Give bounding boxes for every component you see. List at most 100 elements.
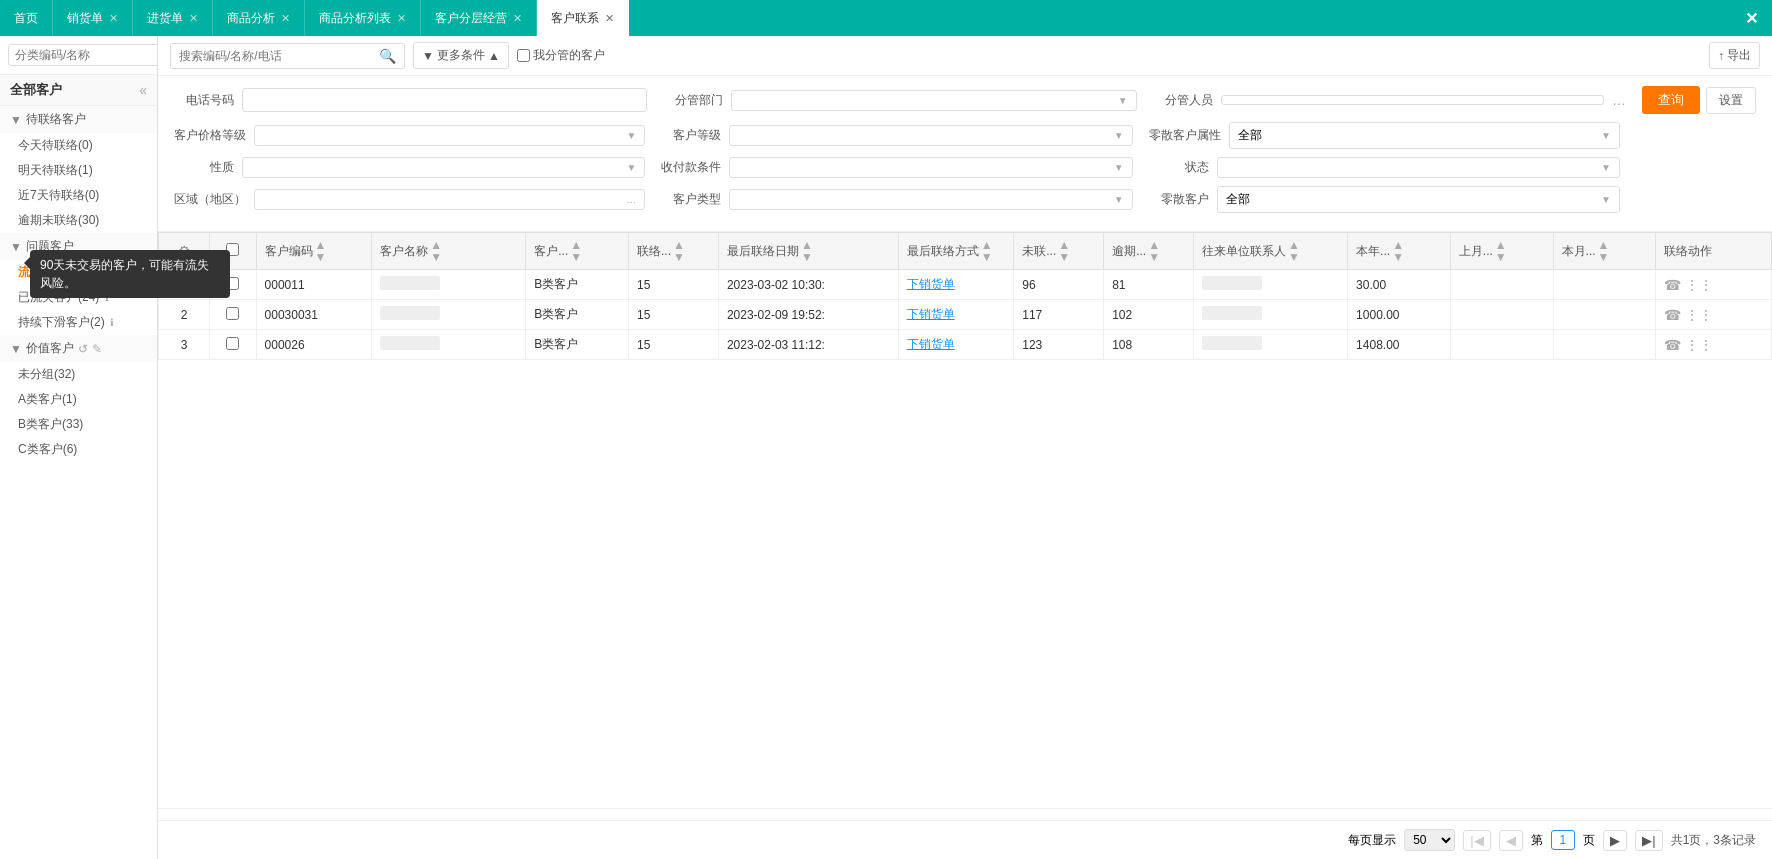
col-header-overdue[interactable]: 逾期... ▲▼: [1104, 233, 1194, 270]
row-month: [1553, 270, 1656, 300]
row-method[interactable]: 下销货单: [898, 300, 1014, 330]
zero-customer-select[interactable]: 全部 ▼: [1217, 186, 1620, 213]
row-action[interactable]: ☎ ⋮⋮: [1656, 330, 1772, 360]
refresh-icon[interactable]: ↺: [78, 342, 88, 356]
sidebar-collapse-icon[interactable]: «: [139, 82, 147, 98]
dept-select[interactable]: ▼: [731, 90, 1136, 111]
filter-nature: 性质 ▼: [174, 157, 645, 178]
row-method[interactable]: 下销货单: [898, 270, 1014, 300]
action-more-icon[interactable]: ⋮⋮: [1685, 307, 1713, 323]
tab-home[interactable]: 首页: [0, 0, 53, 36]
query-button[interactable]: 查询: [1642, 86, 1700, 114]
edit-icon[interactable]: ✎: [92, 342, 102, 356]
tab-sales[interactable]: 销货单 ✕: [53, 0, 133, 36]
my-customers-checkbox[interactable]: [517, 49, 530, 62]
filter-dept: 分管部门 ▼: [663, 86, 1136, 114]
payment-select[interactable]: ▼: [729, 157, 1132, 178]
col-header-contacts[interactable]: 往来单位联系人 ▲▼: [1194, 233, 1348, 270]
sidebar-item-class-c[interactable]: C类客户(6): [0, 437, 157, 462]
customer-type-select[interactable]: ▼: [729, 189, 1132, 210]
sidebar-group-value-title[interactable]: ▼ 价值客户 ↺ ✎: [0, 335, 157, 362]
sidebar-item-class-a[interactable]: A类客户(1): [0, 387, 157, 412]
nature-select[interactable]: ▼: [242, 157, 645, 178]
sidebar-search-input[interactable]: [8, 44, 158, 66]
search-button[interactable]: 🔍: [371, 44, 404, 68]
col-header-date[interactable]: 最后联络日期 ▲▼: [718, 233, 898, 270]
sort-arrows-contact: ▲▼: [673, 239, 685, 263]
filter-person: 分管人员 …: [1153, 86, 1626, 114]
prev-page-button[interactable]: ◀: [1499, 830, 1523, 851]
sidebar-item-declining[interactable]: 持续下滑客户(2) ℹ: [0, 310, 157, 335]
action-more-icon[interactable]: ⋮⋮: [1685, 337, 1713, 353]
sidebar-item-churned[interactable]: 已流失客户(24) ℹ: [0, 285, 157, 310]
row-action[interactable]: ☎ ⋮⋮: [1656, 300, 1772, 330]
close-tab-purchase[interactable]: ✕: [189, 12, 198, 25]
customer-level-select[interactable]: ▼: [729, 125, 1132, 146]
sidebar-item-7days[interactable]: 近7天待联络(0): [0, 183, 157, 208]
close-tab-analysis[interactable]: ✕: [281, 12, 290, 25]
sidebar-item-overdue[interactable]: 逾期未联络(30): [0, 208, 157, 233]
tab-purchase[interactable]: 进货单 ✕: [133, 0, 213, 36]
col-header-month[interactable]: 本月... ▲▼: [1553, 233, 1656, 270]
sidebar-group-pending-title[interactable]: ▼ 待联络客户: [0, 106, 157, 133]
phone-input[interactable]: [242, 88, 647, 112]
sidebar-item-ungroup[interactable]: 未分组(32): [0, 362, 157, 387]
col-header-uncontact[interactable]: 未联... ▲▼: [1014, 233, 1104, 270]
tab-customer-layer[interactable]: 客户分层经营 ✕: [421, 0, 537, 36]
action-contact-icon[interactable]: ☎: [1664, 307, 1681, 323]
sidebar-item-class-b[interactable]: B类客户(33): [0, 412, 157, 437]
tab-analysis[interactable]: 商品分析 ✕: [213, 0, 305, 36]
my-customers-toggle[interactable]: 我分管的客户: [517, 47, 605, 64]
col-header-lastmonth[interactable]: 上月... ▲▼: [1450, 233, 1553, 270]
sidebar-group-problem-title[interactable]: ▼ 问题客户: [0, 233, 157, 260]
select-all-checkbox[interactable]: [226, 243, 239, 256]
first-page-button[interactable]: |◀: [1463, 830, 1490, 851]
region-select[interactable]: …: [254, 189, 645, 210]
sidebar-group-value: ▼ 价值客户 ↺ ✎ 未分组(32) A类客户(1) B类客户(33) C类客户…: [0, 335, 157, 462]
chevron-down-icon-zero-attr: ▼: [1601, 130, 1611, 141]
price-level-select[interactable]: ▼: [254, 125, 645, 146]
row-check[interactable]: [210, 330, 256, 360]
close-tab-customer-contact[interactable]: ✕: [605, 12, 614, 25]
person-select[interactable]: [1221, 95, 1604, 105]
row-checkbox-0[interactable]: [226, 277, 239, 290]
close-all-button[interactable]: ✕: [1731, 9, 1772, 28]
action-more-icon[interactable]: ⋮⋮: [1685, 277, 1713, 293]
col-header-method[interactable]: 最后联络方式 ▲▼: [898, 233, 1014, 270]
tab-analysis-list[interactable]: 商品分析列表 ✕: [305, 0, 421, 36]
action-contact-icon[interactable]: ☎: [1664, 277, 1681, 293]
col-header-name[interactable]: 客户名称 ▲▼: [372, 233, 526, 270]
col-header-year[interactable]: 本年... ▲▼: [1348, 233, 1451, 270]
sidebar-all-customers-header[interactable]: 全部客户 «: [0, 75, 157, 106]
spacer-2: [1636, 157, 1756, 178]
per-page-select[interactable]: 50 100: [1404, 829, 1455, 851]
row-action[interactable]: ☎ ⋮⋮: [1656, 270, 1772, 300]
col-header-code[interactable]: 客户编码 ▲▼: [256, 233, 372, 270]
tab-customer-contact[interactable]: 客户联系 ✕: [537, 0, 629, 36]
row-checkbox-1[interactable]: [226, 307, 239, 320]
sidebar-item-today[interactable]: 今天待联络(0): [0, 133, 157, 158]
person-more-button[interactable]: …: [1612, 92, 1626, 108]
horizontal-scrollbar[interactable]: [158, 808, 1772, 820]
search-input[interactable]: [171, 45, 371, 67]
action-contact-icon[interactable]: ☎: [1664, 337, 1681, 353]
row-check[interactable]: [210, 270, 256, 300]
table-settings-icon[interactable]: ⚙: [178, 243, 191, 259]
col-header-contact[interactable]: 联络... ▲▼: [628, 233, 718, 270]
last-page-button[interactable]: ▶|: [1635, 830, 1662, 851]
close-tab-sales[interactable]: ✕: [109, 12, 118, 25]
close-tab-customer-layer[interactable]: ✕: [513, 12, 522, 25]
sidebar-item-churn-warning[interactable]: 流失预警客户(3) ⚠: [0, 260, 157, 285]
close-tab-analysis-list[interactable]: ✕: [397, 12, 406, 25]
col-header-level[interactable]: 客户... ▲▼: [526, 233, 629, 270]
zero-attr-select[interactable]: 全部 ▼: [1229, 122, 1620, 149]
next-page-button[interactable]: ▶: [1603, 830, 1627, 851]
setting-button[interactable]: 设置: [1706, 87, 1756, 114]
row-method[interactable]: 下销货单: [898, 330, 1014, 360]
row-checkbox-2[interactable]: [226, 337, 239, 350]
status-select[interactable]: ▼: [1217, 157, 1620, 178]
export-button[interactable]: ↑ 导出: [1709, 42, 1760, 69]
row-check[interactable]: [210, 300, 256, 330]
sidebar-item-tomorrow[interactable]: 明天待联络(1): [0, 158, 157, 183]
more-conditions-button[interactable]: ▼ 更多条件 ▲: [413, 42, 509, 69]
